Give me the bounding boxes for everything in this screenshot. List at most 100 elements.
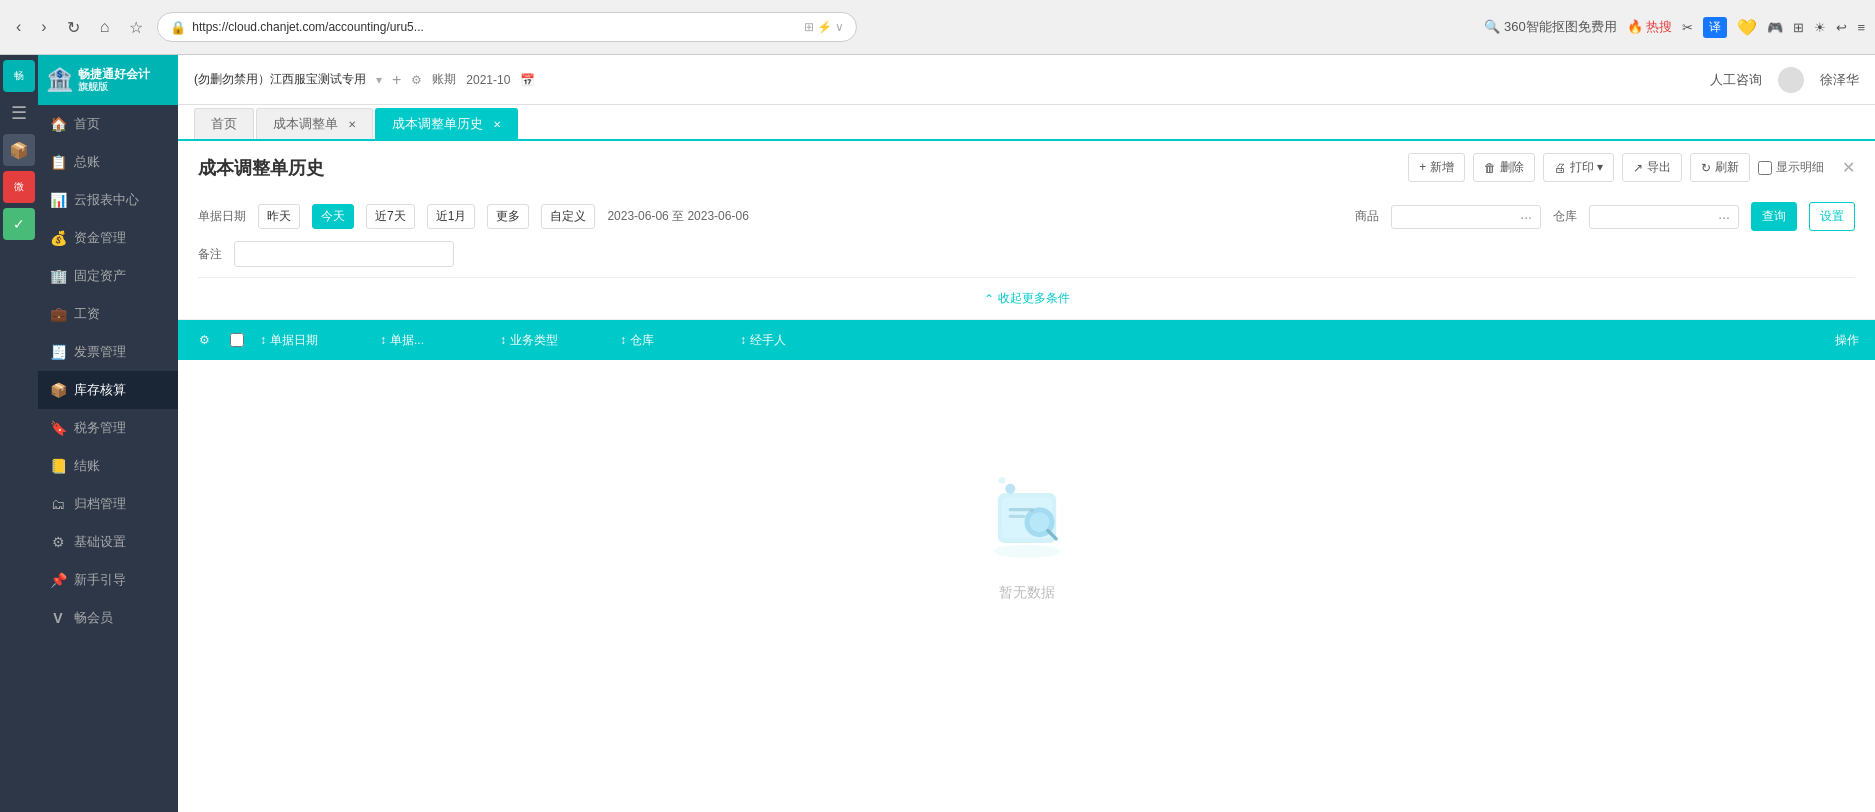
guide-icon: 📌 bbox=[50, 572, 66, 588]
export-button[interactable]: ↗ 导出 bbox=[1622, 153, 1682, 182]
sidebar-item-tax[interactable]: 🔖 税务管理 bbox=[38, 409, 178, 447]
sidebar-item-ledger[interactable]: 📋 总账 bbox=[38, 143, 178, 181]
basic-settings-icon: ⚙ bbox=[50, 534, 66, 550]
calendar-icon[interactable]: 📅 bbox=[520, 73, 535, 87]
th-date[interactable]: ↕ 单据日期 bbox=[252, 332, 372, 349]
sidebar-item-guide-label: 新手引导 bbox=[74, 571, 126, 589]
sidebar-item-basic-settings[interactable]: ⚙ 基础设置 bbox=[38, 523, 178, 561]
sidebar-item-inventory[interactable]: 📦 库存核算 bbox=[38, 371, 178, 409]
th-warehouse[interactable]: ↕ 仓库 bbox=[612, 332, 732, 349]
query-button[interactable]: 查询 bbox=[1751, 202, 1797, 231]
home-button[interactable]: ⌂ bbox=[94, 14, 116, 40]
refresh-button[interactable]: ↻ bbox=[61, 14, 86, 41]
date-btn-more[interactable]: 更多 bbox=[487, 204, 529, 229]
sidebar-item-vip[interactable]: V 畅会员 bbox=[38, 599, 178, 637]
th-checkbox[interactable] bbox=[222, 333, 252, 347]
assets-icon: 🏢 bbox=[50, 268, 66, 284]
url-dropdown[interactable]: ⊞ ⚡ ∨ bbox=[804, 20, 845, 34]
window-close-btn[interactable]: ✕ bbox=[1842, 158, 1855, 177]
brightness-tool[interactable]: ☀ bbox=[1814, 20, 1826, 35]
sidebar-logo: 🏦 畅捷通好会计 旗舰版 bbox=[38, 55, 178, 105]
user-service-link[interactable]: 人工咨询 bbox=[1710, 71, 1762, 89]
th-handler-label: 经手人 bbox=[750, 332, 786, 349]
date-btn-yesterday[interactable]: 昨天 bbox=[258, 204, 300, 229]
dropdown-icon[interactable]: ▾ bbox=[376, 73, 382, 87]
th-biz-type-label: 业务类型 bbox=[510, 332, 558, 349]
user-avatar[interactable] bbox=[1778, 67, 1804, 93]
tab-cost-adjust-history-close[interactable]: ✕ bbox=[493, 119, 501, 130]
tab-home[interactable]: 首页 bbox=[194, 108, 254, 139]
remark-input[interactable] bbox=[234, 241, 454, 267]
date-btn-today[interactable]: 今天 bbox=[312, 204, 354, 229]
show-cols-checkbox[interactable] bbox=[1758, 161, 1772, 175]
th-doc-no[interactable]: ↕ 单据... bbox=[372, 332, 492, 349]
company-name: (勿删勿禁用）江西服宝测试专用 bbox=[194, 71, 366, 88]
sidebar-item-archive[interactable]: 🗂 归档管理 bbox=[38, 485, 178, 523]
game-tool[interactable]: 🎮 bbox=[1767, 20, 1783, 35]
table-body: 暂无数据 bbox=[178, 360, 1875, 710]
icon-panel-item-1[interactable]: ☰ bbox=[3, 97, 35, 129]
goods-filter-label: 商品 bbox=[1355, 208, 1379, 225]
sidebar-item-reports-label: 云报表中心 bbox=[74, 191, 139, 209]
warehouse-dots[interactable]: ··· bbox=[1718, 209, 1730, 225]
scissors-tool[interactable]: ✂ bbox=[1682, 20, 1693, 35]
sidebar-item-close-acct[interactable]: 📒 结账 bbox=[38, 447, 178, 485]
sidebar-item-assets[interactable]: 🏢 固定资产 bbox=[38, 257, 178, 295]
sidebar-item-home[interactable]: 🏠 首页 bbox=[38, 105, 178, 143]
icon-panel-item-2[interactable]: 📦 bbox=[3, 134, 35, 166]
forward-button[interactable]: › bbox=[35, 14, 52, 40]
icon-panel-logo[interactable]: 畅 bbox=[3, 60, 35, 92]
tab-cost-adjust-close[interactable]: ✕ bbox=[348, 119, 356, 130]
wallet-tool[interactable]: 💛 bbox=[1737, 18, 1757, 37]
sidebar-item-funds[interactable]: 💰 资金管理 bbox=[38, 219, 178, 257]
warehouse-select[interactable]: ··· bbox=[1589, 205, 1739, 229]
refresh-icon: ↻ bbox=[1701, 161, 1711, 175]
date-btn-custom[interactable]: 自定义 bbox=[541, 204, 595, 229]
svg-point-9 bbox=[998, 477, 1005, 484]
th-select-all[interactable] bbox=[230, 333, 244, 347]
search-tool[interactable]: 🔍 360智能抠图免费用 bbox=[1484, 18, 1616, 36]
icon-panel-item-3[interactable]: 微 bbox=[3, 171, 35, 203]
add-company-btn[interactable]: + bbox=[392, 71, 401, 89]
sidebar-item-reports[interactable]: 📊 云报表中心 bbox=[38, 181, 178, 219]
goods-select[interactable]: ··· bbox=[1391, 205, 1541, 229]
sidebar-item-salary[interactable]: 💼 工资 bbox=[38, 295, 178, 333]
date-btn-7days[interactable]: 近7天 bbox=[366, 204, 415, 229]
collapse-button[interactable]: ⌃ 收起更多条件 bbox=[198, 290, 1855, 307]
settings-filter-button[interactable]: 设置 bbox=[1809, 202, 1855, 231]
sidebar-item-ledger-label: 总账 bbox=[74, 153, 100, 171]
print-button[interactable]: 🖨 打印 ▾ bbox=[1543, 153, 1614, 182]
th-handler[interactable]: ↕ 经手人 bbox=[732, 332, 852, 349]
delete-button[interactable]: 🗑 🗑 删除 删除 bbox=[1473, 153, 1535, 182]
star-button[interactable]: ☆ bbox=[123, 14, 149, 41]
company-settings-icon[interactable]: ⚙ bbox=[411, 73, 422, 87]
page-header: 成本调整单历史 + 新增 🗑 🗑 删除 删除 🖨 打印 ▾ ↗ 导出 ↻ bbox=[178, 141, 1875, 190]
th-biz-type[interactable]: ↕ 业务类型 bbox=[492, 332, 612, 349]
url-bar[interactable]: 🔒 https://cloud.chanjet.com/accounting/u… bbox=[157, 12, 857, 42]
browser-tools: 🔍 360智能抠图免费用 🔥 热搜 ✂ 译 💛 🎮 ⊞ ☀ ↩ ≡ bbox=[1484, 17, 1865, 38]
add-button[interactable]: + 新增 bbox=[1408, 153, 1464, 182]
date-btn-1month[interactable]: 近1月 bbox=[427, 204, 476, 229]
more-tool[interactable]: ≡ bbox=[1857, 20, 1865, 35]
sidebar-item-guide[interactable]: 📌 新手引导 bbox=[38, 561, 178, 599]
goods-dots[interactable]: ··· bbox=[1520, 209, 1532, 225]
th-settings[interactable]: ⚙ bbox=[186, 333, 222, 347]
collapse-row: ⌃ 收起更多条件 bbox=[198, 277, 1855, 307]
refresh-button-page[interactable]: ↻ 刷新 bbox=[1690, 153, 1750, 182]
back-button[interactable]: ‹ bbox=[10, 14, 27, 40]
translate-tool[interactable]: 译 bbox=[1703, 17, 1727, 38]
undo-tool[interactable]: ↩ bbox=[1836, 20, 1847, 35]
page-actions: + 新增 🗑 🗑 删除 删除 🖨 打印 ▾ ↗ 导出 ↻ 刷新 bbox=[1408, 153, 1855, 182]
tab-cost-adjust-history[interactable]: 成本调整单历史 ✕ bbox=[375, 108, 518, 139]
sidebar-item-inventory-label: 库存核算 bbox=[74, 381, 126, 399]
th-doc-no-label: 单据... bbox=[390, 332, 424, 349]
main-content: (勿删勿禁用）江西服宝测试专用 ▾ + ⚙ 账期 2021-10 📅 人工咨询 … bbox=[178, 55, 1875, 812]
user-name[interactable]: 徐泽华 bbox=[1820, 71, 1859, 89]
sidebar: 🏦 畅捷通好会计 旗舰版 🏠 首页 📋 总账 📊 云报表中心 💰 资金管理 🏢 … bbox=[38, 55, 178, 812]
icon-panel-item-4[interactable]: ✓ bbox=[3, 208, 35, 240]
tab-cost-adjust[interactable]: 成本调整单 ✕ bbox=[256, 108, 373, 139]
grid-tool[interactable]: ⊞ bbox=[1793, 20, 1804, 35]
hot-search[interactable]: 🔥 热搜 bbox=[1627, 18, 1673, 36]
sidebar-item-invoice[interactable]: 🧾 发票管理 bbox=[38, 333, 178, 371]
th-warehouse-label: 仓库 bbox=[630, 332, 654, 349]
